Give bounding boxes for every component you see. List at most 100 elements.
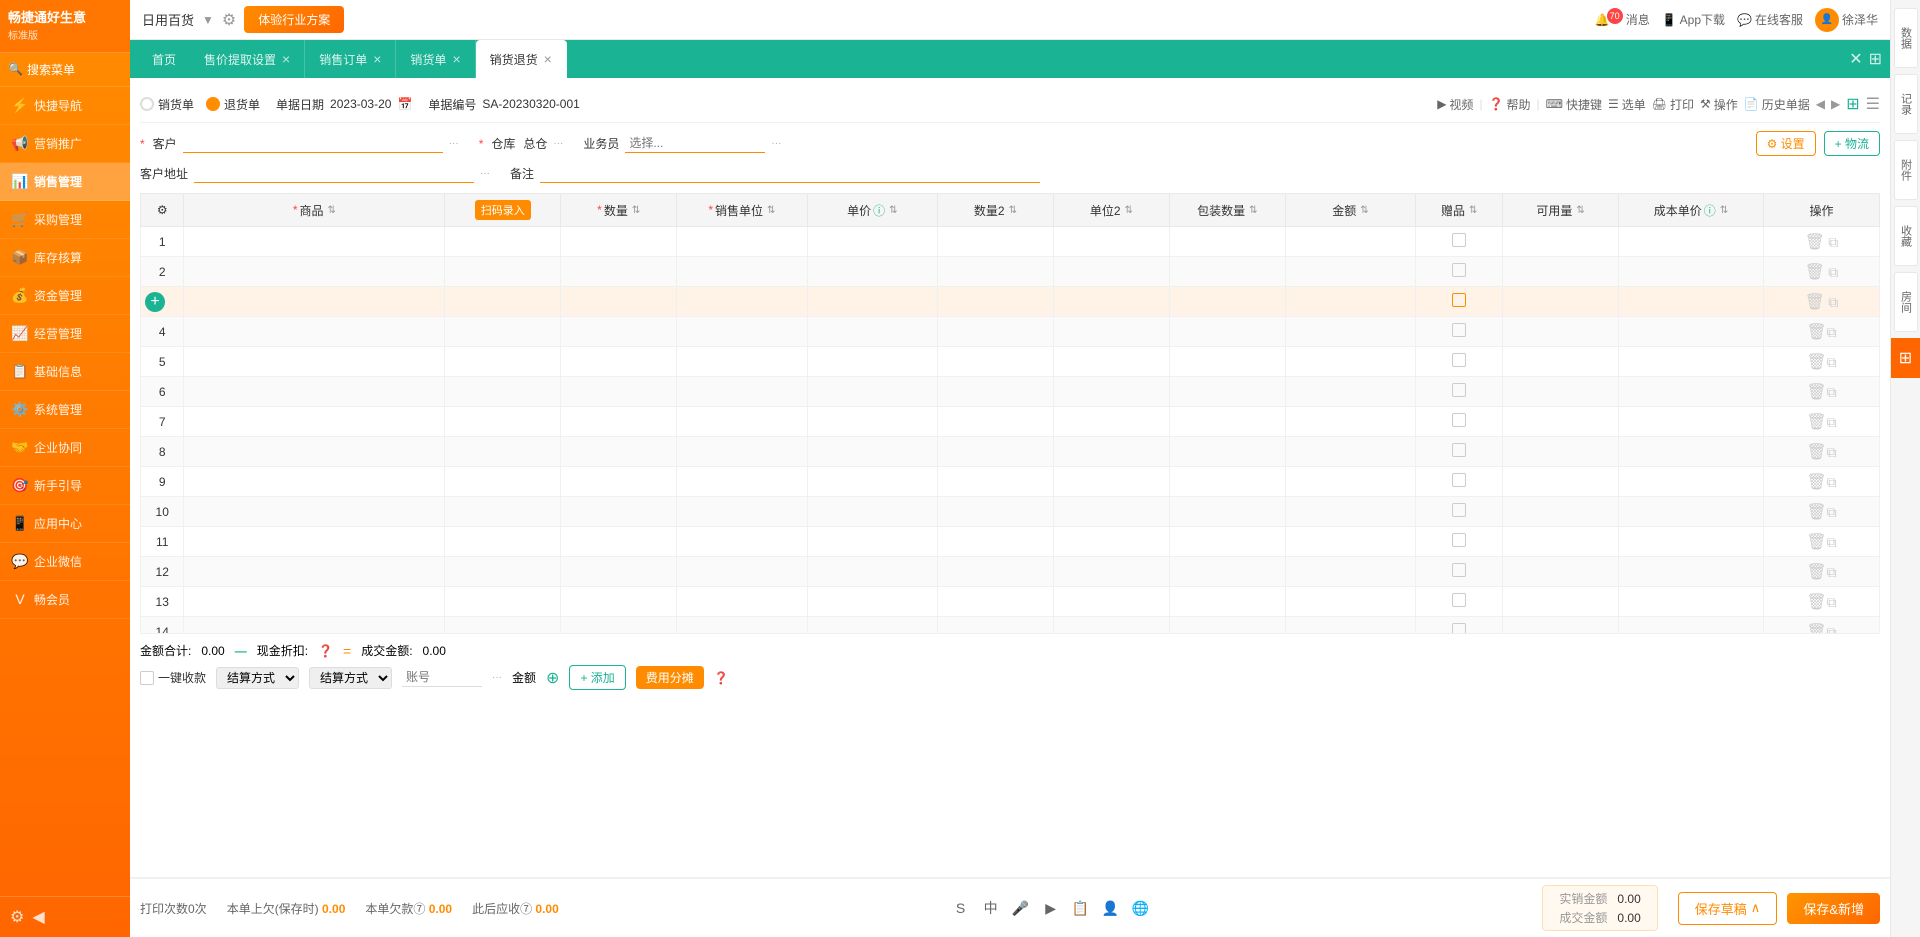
online-service[interactable]: 💬 在线客服 [1737, 11, 1803, 28]
copy-row-icon[interactable]: ⧉ [1827, 474, 1837, 490]
product-cell[interactable] [184, 227, 445, 257]
sidebar-item-member[interactable]: V 畅会员 [0, 581, 130, 619]
sidebar-item-basic[interactable]: 📋 基础信息 [0, 353, 130, 391]
sidebar-item-collab[interactable]: 🤝 企业协同 [0, 429, 130, 467]
settings-button[interactable]: ⚙ 设置 [1756, 131, 1816, 156]
tool-icon-6[interactable]: 👤 [1099, 896, 1123, 920]
cost-sort-icon[interactable]: ⇅ [1720, 205, 1728, 216]
payment-method-select[interactable]: 结算方式 [216, 667, 299, 689]
right-action-5[interactable]: 房间 [1894, 272, 1918, 332]
sidebar-item-system[interactable]: ⚙️ 系统管理 [0, 391, 130, 429]
delete-row-icon[interactable]: 🗑 [1805, 264, 1825, 281]
expense-help-icon[interactable]: ❓ [714, 671, 729, 685]
copy-row-icon[interactable]: ⧉ [1827, 504, 1837, 520]
shortcut-action[interactable]: ⌨ 快捷键 [1546, 96, 1602, 113]
delete-row-icon[interactable]: 🗑 [1806, 324, 1826, 341]
copy-row-icon[interactable]: ⧉ [1827, 444, 1837, 460]
right-action-2[interactable]: 记录 [1894, 74, 1918, 134]
calc-method-select[interactable]: 结算方式 [309, 667, 392, 689]
delete-row-icon[interactable]: 🗑 [1806, 624, 1826, 634]
save-draft-button[interactable]: 保存草稿 ∧ [1678, 892, 1778, 925]
tab-close-icon[interactable]: × [452, 51, 460, 67]
sidebar-item-finance[interactable]: 💰 资金管理 [0, 277, 130, 315]
tool-icon-7[interactable]: 🌐 [1129, 896, 1153, 920]
save-new-button[interactable]: 保存&新增 [1787, 893, 1880, 924]
search-menu[interactable]: 🔍 搜索菜单 [0, 53, 130, 87]
copy-row-icon[interactable]: ⧉ [1827, 624, 1837, 634]
tool-icon-4[interactable]: ▶ [1039, 896, 1063, 920]
amount-sort-icon[interactable]: ⇅ [1360, 205, 1368, 216]
copy-row-icon[interactable]: ⧉ [1827, 384, 1837, 400]
history-action[interactable]: 📄 历史单据 [1744, 96, 1810, 113]
tool-icon-3[interactable]: 🎤 [1009, 896, 1033, 920]
delete-row-icon[interactable]: 🗑 [1806, 414, 1826, 431]
product-sort-icon[interactable]: ⇅ [328, 205, 336, 216]
copy-row-icon[interactable]: ⧉ [1827, 414, 1837, 430]
delete-row-icon[interactable]: 🗑 [1806, 504, 1826, 521]
settings-bottom-icon[interactable]: ⚙ [10, 907, 24, 927]
user-profile[interactable]: 👤 徐泽华 [1815, 8, 1878, 32]
unit-sort-icon[interactable]: ⇅ [767, 205, 775, 216]
gift-checkbox[interactable] [1452, 383, 1466, 397]
delete-row-icon[interactable]: 🗑 [1806, 354, 1826, 371]
view-list-icon[interactable]: ☰ [1866, 94, 1880, 114]
account-input[interactable] [402, 668, 482, 687]
help-action[interactable]: ❓ 帮助 [1489, 96, 1531, 113]
gift-checkbox[interactable] [1452, 533, 1466, 547]
delete-row-icon[interactable]: 🗑 [1806, 564, 1826, 581]
next-record-icon[interactable]: ▶ [1831, 97, 1840, 111]
right-action-1[interactable]: 数据 [1894, 8, 1918, 68]
gift-checkbox[interactable] [1452, 413, 1466, 427]
tab-sales-order[interactable]: 销售订单 × [305, 40, 396, 78]
right-action-orange[interactable]: ⊞ [1891, 338, 1920, 378]
delete-row-icon[interactable]: 🗑 [1805, 294, 1825, 311]
close-window-icon[interactable]: ✕ [1849, 49, 1862, 69]
gift-checkbox[interactable] [1452, 443, 1466, 457]
sidebar-item-wechat[interactable]: 💬 企业微信 [0, 543, 130, 581]
right-action-3[interactable]: 附件 [1894, 140, 1918, 200]
expense-button[interactable]: 费用分摊 [636, 666, 704, 689]
customer-input[interactable] [183, 134, 443, 153]
sidebar-item-inventory[interactable]: 📦 库存核算 [0, 239, 130, 277]
copy-row-icon[interactable]: ⧉ [1828, 264, 1838, 280]
right-action-4[interactable]: 收藏 [1894, 206, 1918, 266]
remarks-input[interactable] [540, 164, 1040, 183]
calendar-icon[interactable]: 📅 [397, 97, 412, 111]
tab-sales-return[interactable]: 销货退货 × [476, 40, 567, 78]
discount-help-icon[interactable]: ❓ [318, 644, 333, 658]
sidebar-item-guide[interactable]: 🎯 新手引导 [0, 467, 130, 505]
collapse-icon[interactable]: ◀ [32, 907, 44, 927]
prev-record-icon[interactable]: ◀ [1816, 97, 1825, 111]
sidebar-item-quick-nav[interactable]: ⚡ 快捷导航 [0, 87, 130, 125]
radio-return[interactable]: 退货单 [206, 96, 260, 113]
add-row-button[interactable]: + [145, 292, 165, 312]
price-sort-icon[interactable]: ⇅ [889, 205, 897, 216]
copy-row-icon[interactable]: ⧉ [1828, 234, 1838, 250]
scan-button[interactable]: 扫码录入 [475, 200, 531, 220]
product-search-input[interactable] [188, 295, 440, 309]
salesperson-dots-icon[interactable]: ··· [771, 138, 781, 149]
copy-row-icon[interactable]: ⧉ [1827, 354, 1837, 370]
dropdown-arrow-icon[interactable]: ▼ [202, 13, 214, 27]
customer-dots-icon[interactable]: ··· [449, 138, 459, 149]
copy-row-icon[interactable]: ⧉ [1827, 594, 1837, 610]
gift-checkbox[interactable] [1452, 473, 1466, 487]
delete-row-icon[interactable]: 🗑 [1806, 594, 1826, 611]
col-gear[interactable]: ⚙ [141, 194, 184, 227]
tab-close-icon[interactable]: × [373, 51, 381, 67]
operate-action[interactable]: ⚒ 操作 [1700, 96, 1738, 113]
sidebar-item-apps[interactable]: 📱 应用中心 [0, 505, 130, 543]
video-action[interactable]: ▶ 视频 [1437, 96, 1473, 113]
salesperson-input[interactable] [625, 134, 765, 153]
topbar-gear-icon[interactable]: ⚙ [222, 10, 236, 30]
gift-checkbox[interactable] [1452, 293, 1466, 307]
delete-row-icon[interactable]: 🗑 [1806, 444, 1826, 461]
expand-icon[interactable]: ⊞ [1869, 49, 1882, 69]
view-grid-icon[interactable]: ⊞ [1846, 94, 1859, 114]
gift-checkbox[interactable] [1452, 323, 1466, 337]
select-action[interactable]: ☰ 选单 [1608, 96, 1646, 113]
avail-sort-icon[interactable]: ⇅ [1576, 205, 1584, 216]
qty2-sort-icon[interactable]: ⇅ [1009, 205, 1017, 216]
app-download[interactable]: 📱 App下载 [1662, 11, 1725, 28]
tool-icon-5[interactable]: 📋 [1069, 896, 1093, 920]
